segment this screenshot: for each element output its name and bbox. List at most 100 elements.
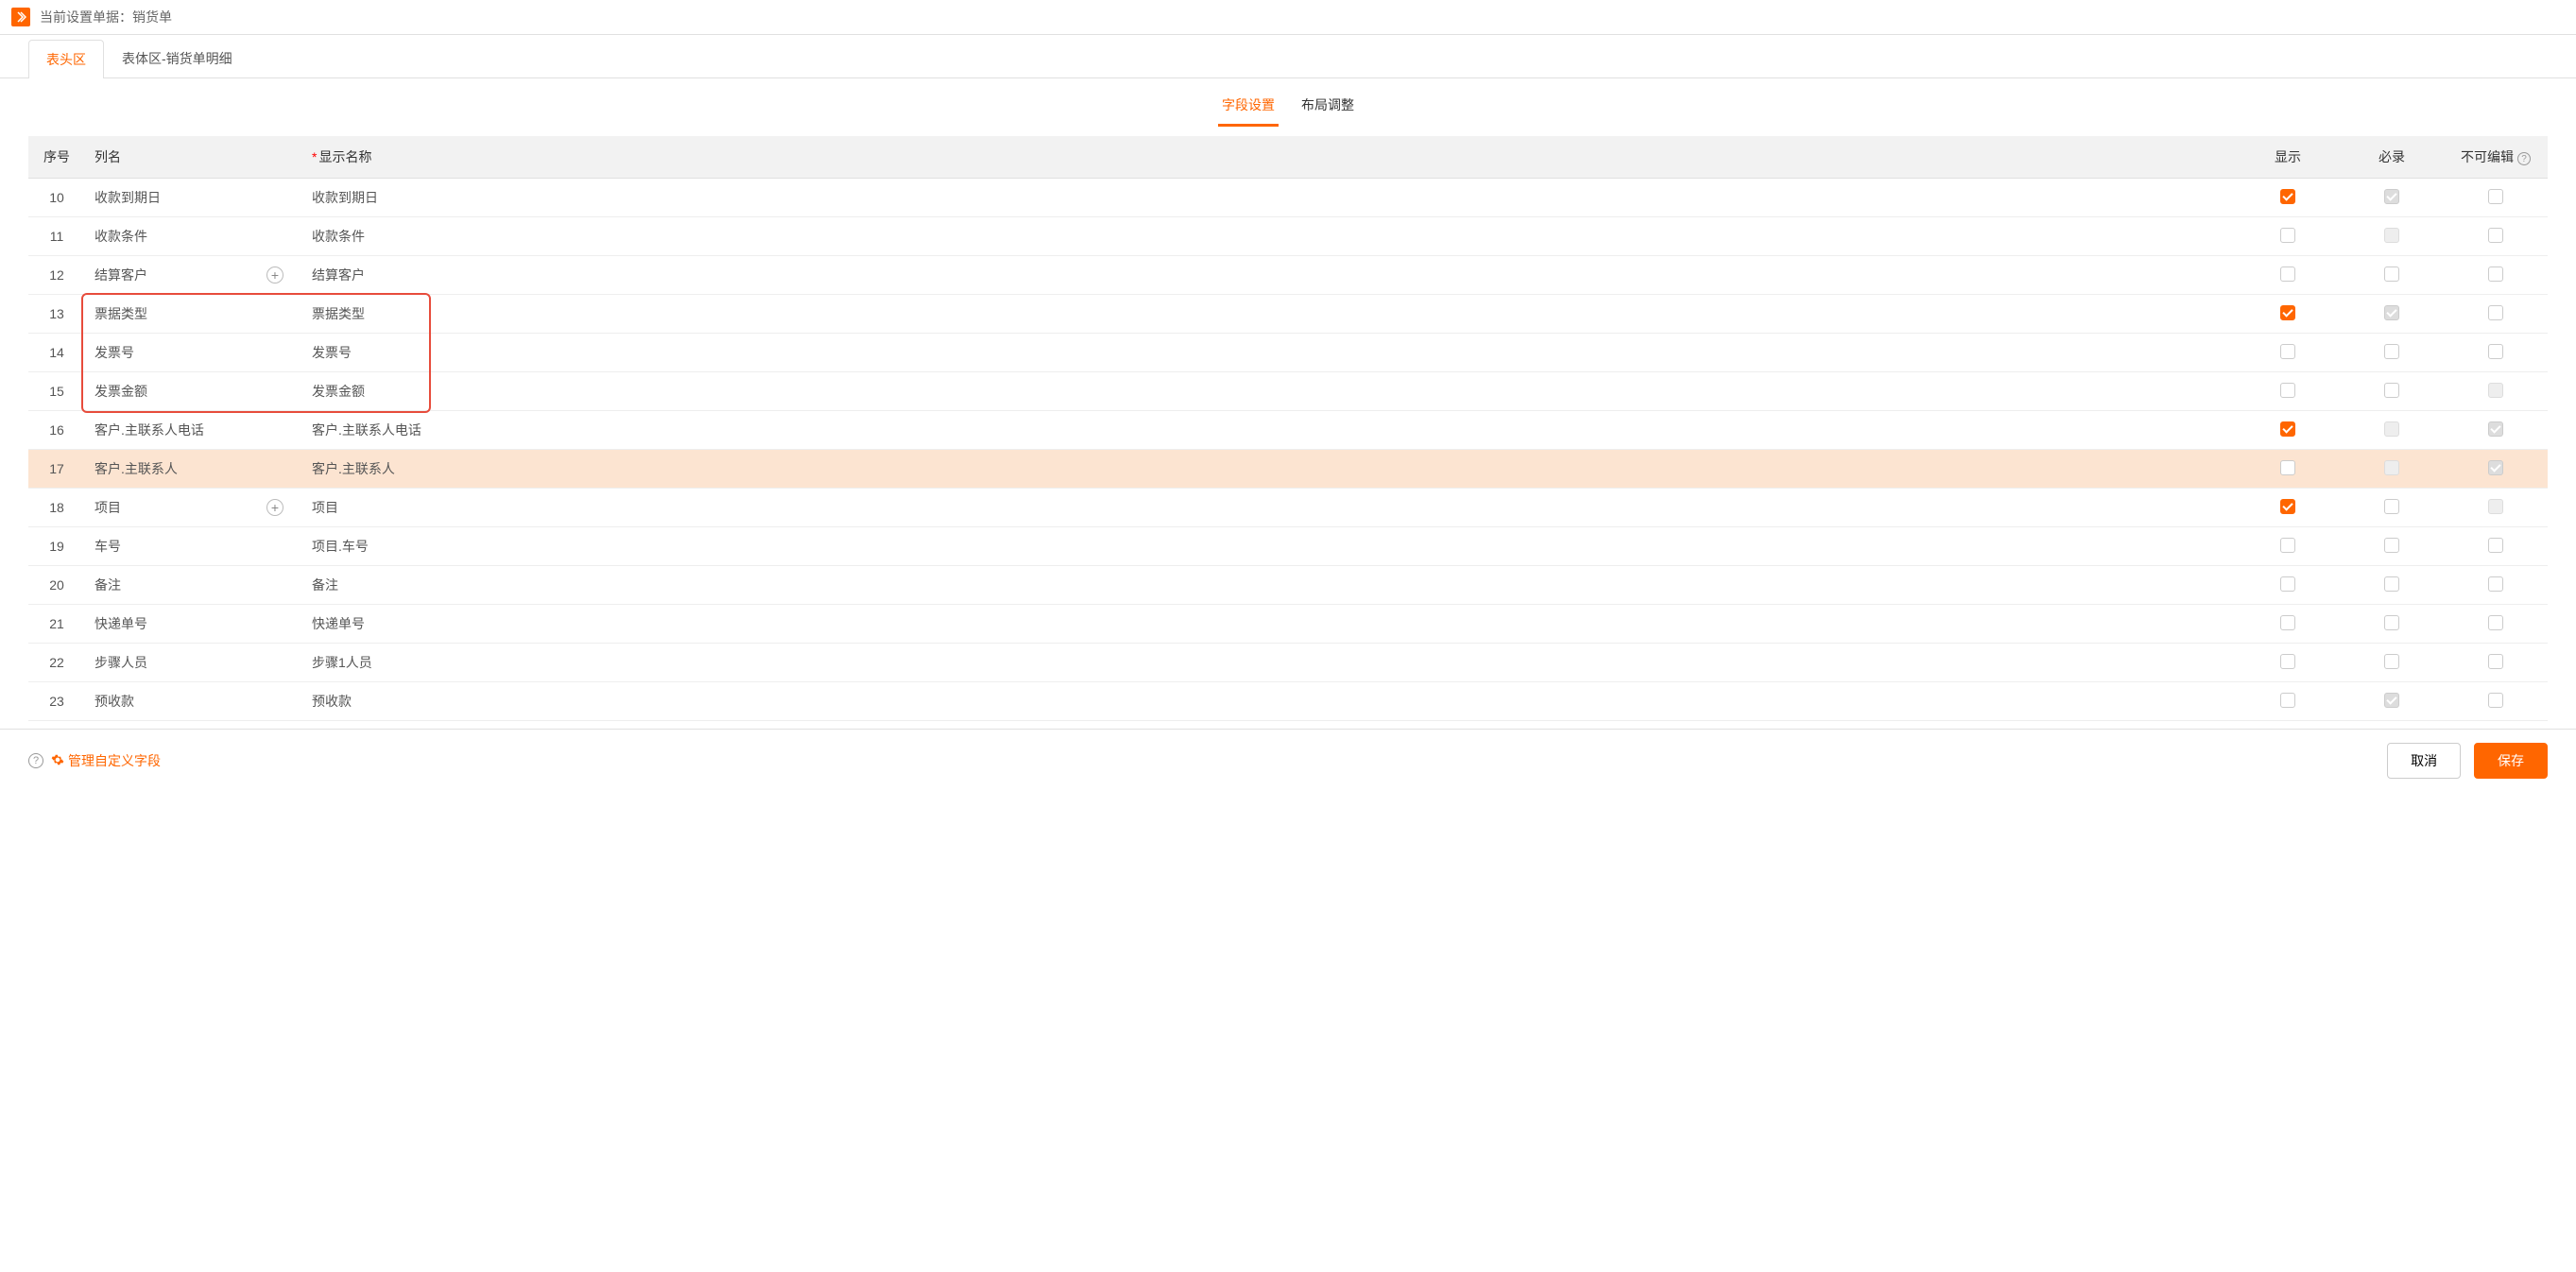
checkbox-show[interactable] <box>2280 305 2295 320</box>
checkbox-show[interactable] <box>2280 576 2295 592</box>
table-row: 16客户.主联系人电话客户.主联系人电话 <box>28 411 2548 450</box>
cell-required <box>2340 489 2444 527</box>
cell-name: 预收款 <box>85 682 302 721</box>
header-doc: 销货单 <box>132 9 172 25</box>
add-sub-field-button[interactable]: + <box>266 499 283 516</box>
cell-display-name[interactable]: 收款条件 <box>302 217 2236 256</box>
checkbox-required[interactable] <box>2384 615 2399 630</box>
cell-show <box>2236 295 2340 334</box>
footer-right: 取消 保存 <box>2387 743 2548 779</box>
cell-display-name[interactable]: 收款到期日 <box>302 179 2236 217</box>
col-header-seq: 序号 <box>28 136 85 179</box>
add-sub-field-button[interactable]: + <box>266 266 283 284</box>
cell-seq: 22 <box>28 644 85 682</box>
cell-display-name[interactable]: 客户.主联系人电话 <box>302 411 2236 450</box>
checkbox-show[interactable] <box>2280 421 2295 437</box>
cell-show <box>2236 489 2340 527</box>
cell-readonly <box>2444 217 2548 256</box>
cell-seq: 23 <box>28 682 85 721</box>
sub-tab-0[interactable]: 字段设置 <box>1218 90 1279 127</box>
cell-readonly <box>2444 682 2548 721</box>
sub-tab-1[interactable]: 布局调整 <box>1297 90 1358 127</box>
help-icon[interactable]: ? <box>2517 152 2531 165</box>
checkbox-readonly[interactable] <box>2488 228 2503 243</box>
table-body: 10收款到期日收款到期日11收款条件收款条件12结算客户+结算客户13票据类型票… <box>28 179 2548 721</box>
checkbox-required <box>2384 228 2399 243</box>
checkbox-required[interactable] <box>2384 499 2399 514</box>
checkbox-readonly[interactable] <box>2488 266 2503 282</box>
checkbox-show[interactable] <box>2280 499 2295 514</box>
cell-show <box>2236 644 2340 682</box>
cell-display-name[interactable]: 预收款 <box>302 682 2236 721</box>
cell-display-name[interactable]: 结算客户 <box>302 256 2236 295</box>
checkbox-required[interactable] <box>2384 538 2399 553</box>
checkbox-readonly[interactable] <box>2488 344 2503 359</box>
checkbox-show[interactable] <box>2280 615 2295 630</box>
cell-display-name[interactable]: 快递单号 <box>302 605 2236 644</box>
outer-tab-1[interactable]: 表体区-销货单明细 <box>104 39 250 77</box>
checkbox-readonly[interactable] <box>2488 693 2503 708</box>
checkbox-readonly[interactable] <box>2488 538 2503 553</box>
cell-display-name[interactable]: 步骤1人员 <box>302 644 2236 682</box>
cell-required <box>2340 682 2444 721</box>
checkbox-required[interactable] <box>2384 654 2399 669</box>
checkbox-show[interactable] <box>2280 344 2295 359</box>
cell-required <box>2340 566 2444 605</box>
table-row: 20备注备注 <box>28 566 2548 605</box>
question-icon[interactable]: ? <box>28 753 43 768</box>
checkbox-show[interactable] <box>2280 383 2295 398</box>
manage-custom-fields-link[interactable]: 管理自定义字段 <box>51 751 161 770</box>
cell-show <box>2236 256 2340 295</box>
checkbox-required <box>2384 305 2399 320</box>
cell-display-name[interactable]: 票据类型 <box>302 295 2236 334</box>
cancel-button[interactable]: 取消 <box>2387 743 2461 779</box>
col-header-display: *显示名称 <box>302 136 2236 179</box>
checkbox-readonly[interactable] <box>2488 654 2503 669</box>
page-header: 当前设置单据：销货单 <box>0 0 2576 35</box>
col-header-name: 列名 <box>85 136 302 179</box>
cell-display-name[interactable]: 发票号 <box>302 334 2236 372</box>
checkbox-readonly[interactable] <box>2488 576 2503 592</box>
checkbox-required[interactable] <box>2384 576 2399 592</box>
col-header-readonly: 不可编辑? <box>2444 136 2548 179</box>
cell-required <box>2340 256 2444 295</box>
cell-display-name[interactable]: 项目 <box>302 489 2236 527</box>
checkbox-show[interactable] <box>2280 693 2295 708</box>
save-button[interactable]: 保存 <box>2474 743 2548 779</box>
cell-readonly <box>2444 605 2548 644</box>
sub-tabs: 字段设置布局调整 <box>0 78 2576 127</box>
sidebar-expand-button[interactable] <box>11 8 30 26</box>
cell-name: 项目+ <box>85 489 302 527</box>
checkbox-readonly[interactable] <box>2488 615 2503 630</box>
cell-required <box>2340 217 2444 256</box>
checkbox-required[interactable] <box>2384 266 2399 282</box>
cell-readonly <box>2444 644 2548 682</box>
table-row: 17客户.主联系人客户.主联系人 <box>28 450 2548 489</box>
outer-tab-0[interactable]: 表头区 <box>28 40 104 78</box>
checkbox-show[interactable] <box>2280 189 2295 204</box>
checkbox-required[interactable] <box>2384 344 2399 359</box>
checkbox-show[interactable] <box>2280 266 2295 282</box>
cell-show <box>2236 450 2340 489</box>
checkbox-readonly <box>2488 460 2503 475</box>
cell-display-name[interactable]: 备注 <box>302 566 2236 605</box>
checkbox-readonly[interactable] <box>2488 305 2503 320</box>
cell-display-name[interactable]: 项目.车号 <box>302 527 2236 566</box>
cell-show <box>2236 411 2340 450</box>
checkbox-show[interactable] <box>2280 460 2295 475</box>
checkbox-show[interactable] <box>2280 538 2295 553</box>
cell-display-name[interactable]: 发票金额 <box>302 372 2236 411</box>
cell-name: 车号 <box>85 527 302 566</box>
checkbox-required[interactable] <box>2384 383 2399 398</box>
footer-left: ? 管理自定义字段 <box>28 751 161 770</box>
checkbox-readonly[interactable] <box>2488 189 2503 204</box>
checkbox-show[interactable] <box>2280 654 2295 669</box>
col-header-required: 必录 <box>2340 136 2444 179</box>
cell-name: 客户.主联系人电话 <box>85 411 302 450</box>
checkbox-show[interactable] <box>2280 228 2295 243</box>
cell-show <box>2236 566 2340 605</box>
cell-required <box>2340 295 2444 334</box>
cell-display-name[interactable]: 客户.主联系人 <box>302 450 2236 489</box>
header-prefix: 当前设置单据： <box>40 9 132 25</box>
cell-show <box>2236 682 2340 721</box>
